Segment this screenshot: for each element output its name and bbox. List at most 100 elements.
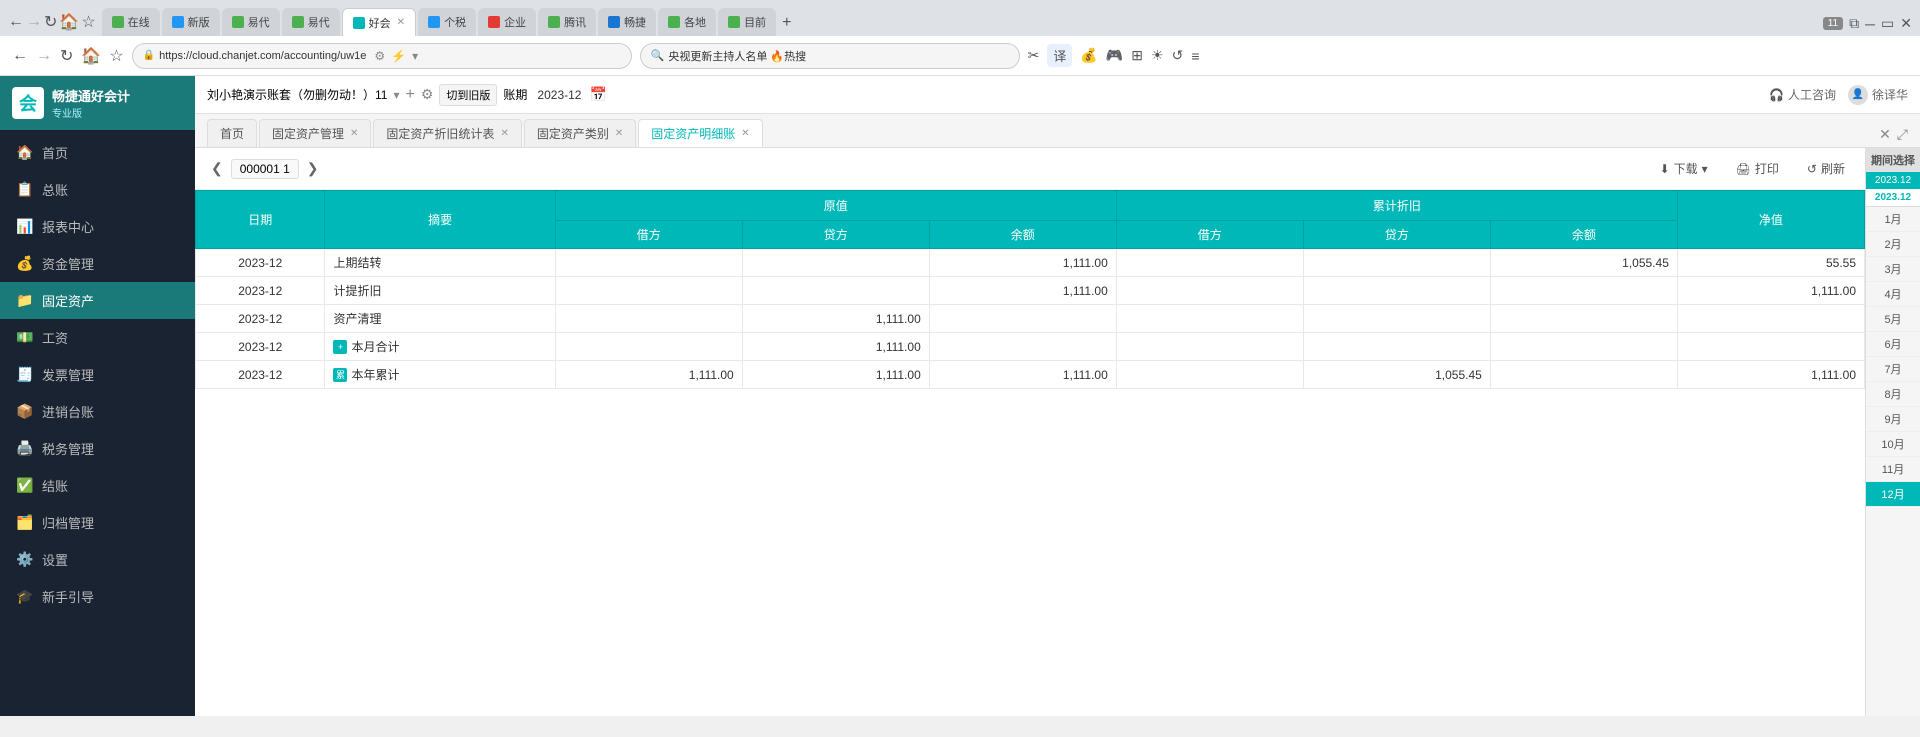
tab-changjie[interactable]: 畅捷 — [598, 8, 656, 36]
month-item[interactable]: 2月 — [1866, 232, 1920, 257]
sidebar-item-closing[interactable]: ✅ 结账 — [0, 467, 195, 504]
tab-yidai2[interactable]: 易代 — [282, 8, 340, 36]
game-btn[interactable]: 🎮 — [1106, 47, 1123, 64]
calendar-icon[interactable]: 📅 — [589, 86, 606, 103]
new-tab-btn[interactable]: + — [782, 14, 791, 32]
window-restore-btn[interactable]: ⧉ — [1849, 15, 1859, 32]
tab-close-icon[interactable]: ✕ — [350, 128, 358, 139]
content-header: ❮ 000001 1 ❯ ⬇ 下载 ▾ 🖨 打印 — [195, 148, 1865, 190]
sidebar-item-archive[interactable]: 🗂️ 归档管理 — [0, 504, 195, 541]
page-tab-fa-dep-stat[interactable]: 固定资产折旧统计表 ✕ — [373, 119, 521, 147]
cell-date: 2023-12 — [196, 361, 325, 389]
forward-btn[interactable]: → — [26, 13, 42, 31]
page-tab-fa-detail[interactable]: 固定资产明细账 ✕ — [638, 119, 762, 147]
month-item[interactable]: 4月 — [1866, 282, 1920, 307]
tab-geshu[interactable]: 个税 — [418, 8, 476, 36]
tab-xinban[interactable]: 新版 — [162, 8, 220, 36]
month-item[interactable]: 9月 — [1866, 407, 1920, 432]
page-tab-label: 固定资产管理 — [272, 125, 344, 142]
tax-nav-icon: 🖨️ — [16, 440, 34, 458]
sidebar-item-guide[interactable]: 🎓 新手引导 — [0, 578, 195, 615]
month-item[interactable]: 12月 — [1866, 482, 1920, 507]
panel-expand-btn[interactable]: ⤢ — [1897, 126, 1908, 143]
sidebar-item-trade[interactable]: 📦 进销台账 — [0, 393, 195, 430]
dropdown-icon[interactable]: ▾ — [393, 88, 399, 102]
settings-icon[interactable]: ⚙ — [421, 86, 434, 103]
address-bar[interactable]: 🔒 https://cloud.chanjet.com/accounting/u… — [132, 43, 632, 69]
month-item[interactable]: 5月 — [1866, 307, 1920, 332]
window-minimize-btn[interactable]: ─ — [1865, 16, 1875, 32]
wallet-btn[interactable]: 💰 — [1080, 47, 1097, 64]
sidebar-item-payroll[interactable]: 💵 工资 — [0, 319, 195, 356]
home-btn[interactable]: 🏠 — [59, 12, 79, 32]
page-tab-fa-mgmt[interactable]: 固定资产管理 ✕ — [259, 119, 371, 147]
cell-dep-debit — [1116, 249, 1303, 277]
scissor-btn[interactable]: ✂ — [1028, 47, 1040, 64]
human-service-btn[interactable]: 🎧 人工咨询 — [1769, 86, 1836, 103]
month-item[interactable]: 10月 — [1866, 432, 1920, 457]
month-item[interactable]: 11月 — [1866, 457, 1920, 482]
sidebar-item-invoice[interactable]: 🧾 发票管理 — [0, 356, 195, 393]
tab-qiye[interactable]: 企业 — [478, 8, 536, 36]
add-account-btn[interactable]: + — [406, 86, 415, 104]
download-icon: ⬇ — [1660, 162, 1670, 176]
tab-zaixian[interactable]: 在线 — [102, 8, 160, 36]
sidebar-item-fixed-assets[interactable]: 📁 固定资产 — [0, 282, 195, 319]
forward-icon[interactable]: → — [36, 47, 52, 65]
grid-btn[interactable]: ⊞ — [1131, 47, 1143, 64]
tab-close-icon[interactable]: ✕ — [615, 128, 623, 139]
reload-btn[interactable]: ↻ — [44, 12, 57, 32]
page-tab-fa-category[interactable]: 固定资产类别 ✕ — [524, 119, 636, 147]
sidebar-item-settings[interactable]: ⚙️ 设置 — [0, 541, 195, 578]
switch-btn[interactable]: 切到旧版 — [439, 84, 497, 106]
reload-icon[interactable]: ↻ — [60, 46, 73, 66]
download-btn[interactable]: ⬇ 下载 ▾ — [1652, 156, 1716, 181]
brightness-btn[interactable]: ☀ — [1151, 47, 1164, 64]
window-maximize-btn[interactable]: ▭ — [1881, 15, 1894, 32]
print-btn[interactable]: 🖨 打印 — [1728, 156, 1787, 181]
period-selected-date1[interactable]: 2023.12 — [1866, 172, 1920, 189]
payroll-nav-icon: 💵 — [16, 329, 34, 347]
panel-close-btn[interactable]: ✕ — [1879, 126, 1891, 143]
tab-haohui[interactable]: 好会 ✕ — [342, 8, 416, 36]
page-navigation: ❮ 000001 1 ❯ — [207, 158, 323, 179]
month-item[interactable]: 3月 — [1866, 257, 1920, 282]
window-close-btn[interactable]: ✕ — [1900, 15, 1912, 32]
tab-label: 在线 — [128, 14, 150, 30]
page-tab-home[interactable]: 首页 — [207, 119, 257, 147]
next-page-btn[interactable]: ❯ — [303, 158, 323, 179]
bookmark-icon[interactable]: ☆ — [109, 46, 123, 66]
translate-btn[interactable]: 译 — [1047, 44, 1072, 67]
sidebar-item-capital[interactable]: 💰 资金管理 — [0, 245, 195, 282]
tab-close-icon[interactable]: ✕ — [397, 17, 405, 28]
sidebar-item-ledger[interactable]: 📋 总账 — [0, 171, 195, 208]
sidebar-item-home[interactable]: 🏠 首页 — [0, 134, 195, 171]
sidebar-item-label: 设置 — [42, 550, 68, 569]
prev-page-btn[interactable]: ❮ — [207, 158, 227, 179]
menu-btn[interactable]: ≡ — [1191, 48, 1199, 64]
tab-muqian[interactable]: 目前 — [718, 8, 776, 36]
tab-close-icon[interactable]: ✕ — [500, 128, 508, 139]
user-info[interactable]: 👤 徐译华 — [1848, 85, 1908, 105]
home-icon[interactable]: 🏠 — [81, 46, 101, 66]
search-bar[interactable]: 🔍 央视更新主持人名单 🔥热搜 — [640, 43, 1020, 69]
month-item[interactable]: 7月 — [1866, 357, 1920, 382]
sidebar-nav: 🏠 首页 📋 总账 📊 报表中心 💰 资金管理 📁 固定资产 💵 工资 — [0, 130, 195, 716]
back-btn[interactable]: ← — [8, 13, 24, 31]
sidebar-item-tax[interactable]: 🖨️ 税务管理 — [0, 430, 195, 467]
month-item[interactable]: 1月 — [1866, 207, 1920, 232]
tab-yidai1[interactable]: 易代 — [222, 8, 280, 36]
tab-gedi[interactable]: 各地 — [658, 8, 716, 36]
month-item[interactable]: 8月 — [1866, 382, 1920, 407]
cell-orig-credit: 1,111.00 — [742, 333, 929, 361]
sidebar-item-reports[interactable]: 📊 报表中心 — [0, 208, 195, 245]
bookmark-btn[interactable]: ☆ — [81, 12, 95, 32]
tab-close-icon[interactable]: ✕ — [741, 128, 749, 139]
tab-tencent[interactable]: 腾讯 — [538, 8, 596, 36]
url-text: https://cloud.chanjet.com/accounting/uw1… — [159, 50, 366, 62]
refresh-btn[interactable]: ↺ 刷新 — [1799, 156, 1853, 181]
reports-nav-icon: 📊 — [16, 218, 34, 236]
month-item[interactable]: 6月 — [1866, 332, 1920, 357]
undo-btn[interactable]: ↺ — [1172, 47, 1184, 64]
back-icon[interactable]: ← — [12, 47, 28, 65]
